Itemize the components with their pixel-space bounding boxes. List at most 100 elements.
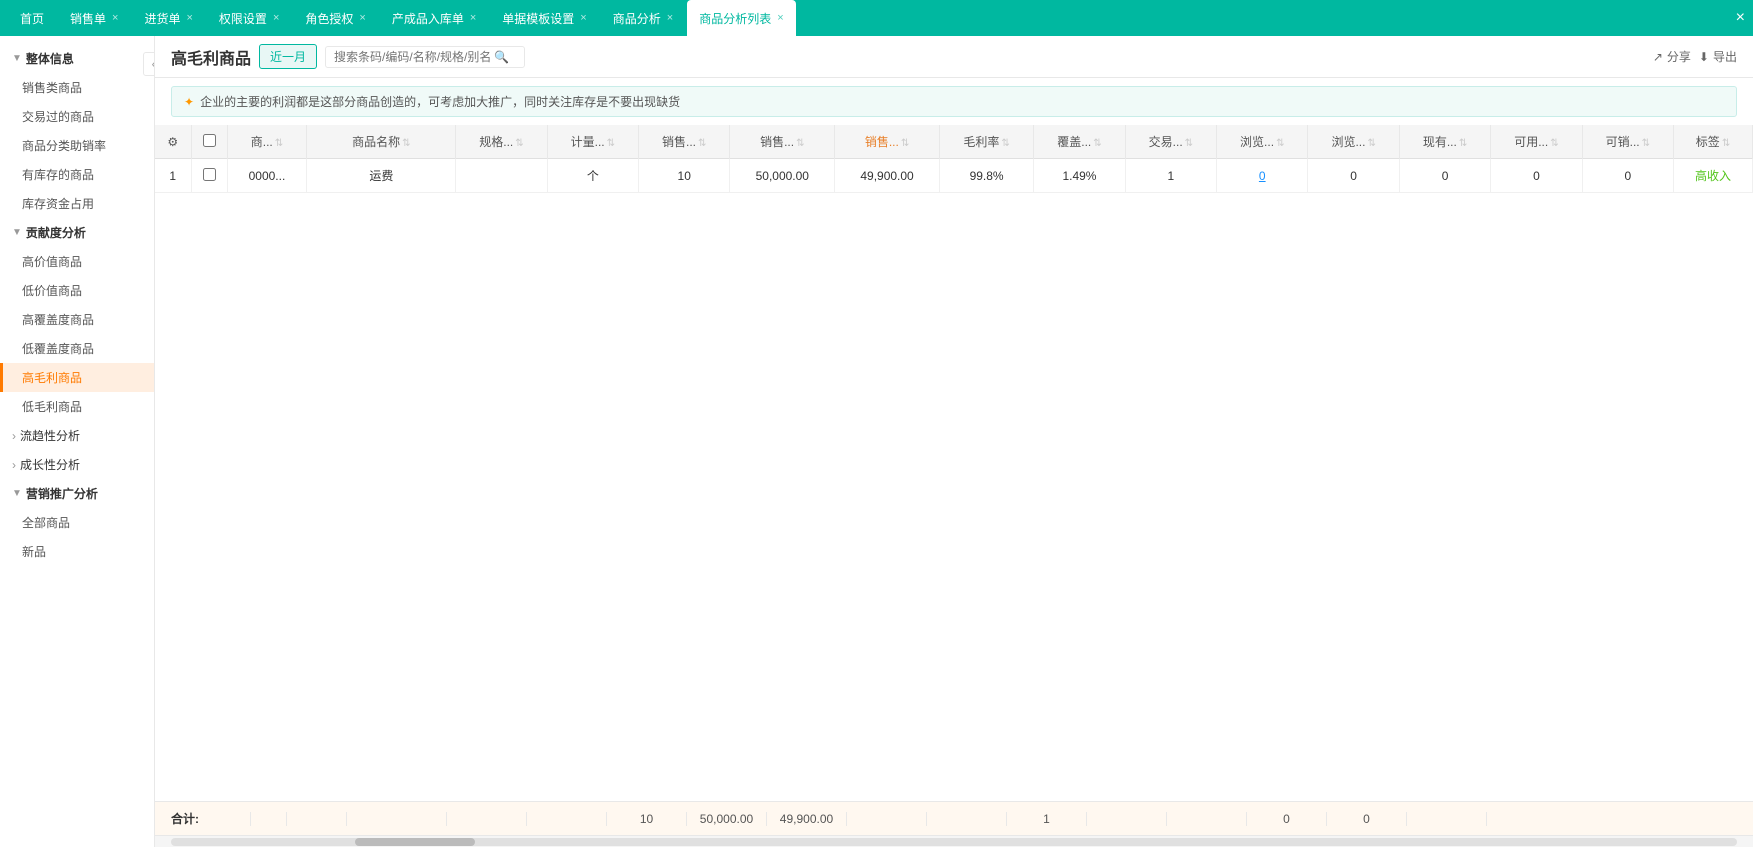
sidebar-item-new-products[interactable]: 新品 <box>0 537 154 566</box>
nav-template[interactable]: 单据模板设置 × <box>490 0 598 36</box>
table-footer: 合计: 10 50,000.00 49,900.00 1 0 0 <box>155 801 1753 835</box>
footer-sales-amt: 50,000.00 <box>687 812 767 826</box>
search-icon[interactable]: 🔍 <box>494 50 509 64</box>
arrow-trend: › <box>12 429 16 443</box>
footer-transactions: 1 <box>1007 812 1087 826</box>
sidebar-item-traded-products[interactable]: 交易过的商品 <box>0 102 154 131</box>
sidebar-item-all-products[interactable]: 全部商品 <box>0 508 154 537</box>
select-all-checkbox[interactable] <box>203 134 216 147</box>
close-template[interactable]: × <box>580 12 586 24</box>
row-sales-amt: 50,000.00 <box>730 159 835 193</box>
scrollbar-area <box>155 835 1753 847</box>
table-header-row: ⚙ 商...⇅ 商品名称⇅ 规格...⇅ 计量...⇅ 销售...⇅ 销售...… <box>155 125 1753 159</box>
sidebar-item-category-rate[interactable]: 商品分类助销率 <box>0 131 154 160</box>
close-product-analysis-list[interactable]: × <box>777 12 783 24</box>
nav-home[interactable]: 首页 <box>8 0 56 36</box>
col-checkbox[interactable] <box>191 125 227 159</box>
sidebar-item-stocked-products[interactable]: 有库存的商品 <box>0 160 154 189</box>
nav-sales-order[interactable]: 销售单 × <box>58 0 130 36</box>
nav-purchase-order[interactable]: 进货单 × <box>132 0 204 36</box>
data-table: ⚙ 商...⇅ 商品名称⇅ 规格...⇅ 计量...⇅ 销售...⇅ 销售...… <box>155 125 1753 193</box>
row-transactions: 1 <box>1125 159 1216 193</box>
info-banner: ✦ 企业的主要的利润都是这部分商品创造的，可考虑加大推广，同时关注库存是不要出现… <box>171 86 1737 117</box>
sidebar-group-overall[interactable]: ▼ 整体信息 <box>0 44 154 73</box>
arrow-overall: ▼ <box>12 53 22 64</box>
row-browse1[interactable]: 0 <box>1217 159 1308 193</box>
sidebar-item-stock-capital[interactable]: 库存资金占用 <box>0 189 154 218</box>
window-close-btn[interactable]: × <box>1736 9 1745 27</box>
export-btn[interactable]: ⬇ 导出 <box>1699 48 1737 65</box>
sidebar-item-high-value[interactable]: 高价值商品 <box>0 247 154 276</box>
footer-cell-unit <box>527 812 607 826</box>
sidebar-item-high-margin[interactable]: 高毛利商品 <box>0 363 154 392</box>
col-sales-qty[interactable]: 销售...⇅ <box>639 125 730 159</box>
col-spec[interactable]: 规格...⇅ <box>456 125 547 159</box>
row-coverage: 1.49% <box>1034 159 1125 193</box>
col-sales-amt[interactable]: 销售...⇅ <box>730 125 835 159</box>
nav-role[interactable]: 角色授权 × <box>293 0 377 36</box>
sidebar-item-low-coverage[interactable]: 低覆盖度商品 <box>0 334 154 363</box>
col-transactions[interactable]: 交易...⇅ <box>1125 125 1216 159</box>
footer-gross-rate <box>847 812 927 826</box>
row-spec <box>456 159 547 193</box>
footer-sales-amt2: 49,900.00 <box>767 812 847 826</box>
footer-cell-empty1 <box>215 812 251 826</box>
close-role[interactable]: × <box>359 12 365 24</box>
close-sales-order[interactable]: × <box>112 12 118 24</box>
sidebar-group-marketing[interactable]: ▼ 营销推广分析 <box>0 479 154 508</box>
search-box: 🔍 <box>325 46 525 68</box>
sidebar-group-contribution[interactable]: ▼ 贡献度分析 <box>0 218 154 247</box>
close-purchase-order[interactable]: × <box>186 12 192 24</box>
col-tag[interactable]: 标签⇅ <box>1674 125 1753 159</box>
sidebar-item-low-value[interactable]: 低价值商品 <box>0 276 154 305</box>
main-layout: « ▼ 整体信息 销售类商品 交易过的商品 商品分类助销率 有库存的商品 库存资… <box>0 36 1753 847</box>
footer-cells: 10 50,000.00 49,900.00 1 0 0 <box>215 812 1737 826</box>
sidebar-group-trend[interactable]: › 流趋性分析 <box>0 421 154 450</box>
sidebar-item-high-coverage[interactable]: 高覆盖度商品 <box>0 305 154 334</box>
scrollbar-thumb[interactable] <box>355 838 475 846</box>
sidebar-collapse-btn[interactable]: « <box>143 52 155 76</box>
nav-product-analysis[interactable]: 商品分析 × <box>601 0 685 36</box>
row-select-checkbox[interactable] <box>203 168 216 181</box>
col-sales-amt2[interactable]: 销售...⇅ <box>835 125 940 159</box>
row-gross-rate: 99.8% <box>939 159 1033 193</box>
filter-btn-recent-month[interactable]: 近一月 <box>259 44 317 69</box>
row-checkbox[interactable] <box>191 159 227 193</box>
scrollbar-track <box>171 838 1737 846</box>
nav-permission[interactable]: 权限设置 × <box>207 0 291 36</box>
close-product-inbound[interactable]: × <box>470 12 476 24</box>
share-btn[interactable]: ↗ 分享 <box>1653 48 1691 65</box>
row-index: 1 <box>155 159 191 193</box>
col-settings[interactable]: ⚙ <box>155 125 191 159</box>
info-icon: ✦ <box>184 95 194 109</box>
table-wrapper: ⚙ 商...⇅ 商品名称⇅ 规格...⇅ 计量...⇅ 销售...⇅ 销售...… <box>155 125 1753 801</box>
col-unit[interactable]: 计量...⇅ <box>547 125 638 159</box>
footer-available: 0 <box>1327 812 1407 826</box>
close-product-analysis[interactable]: × <box>667 12 673 24</box>
arrow-marketing: ▼ <box>12 488 22 499</box>
footer-browse2 <box>1167 812 1247 826</box>
sidebar-item-sales-products[interactable]: 销售类商品 <box>0 73 154 102</box>
col-sellable[interactable]: 可销...⇅ <box>1582 125 1673 159</box>
nav-product-analysis-list[interactable]: 商品分析列表 × <box>687 0 795 36</box>
row-sellable: 0 <box>1582 159 1673 193</box>
sidebar-item-low-margin[interactable]: 低毛利商品 <box>0 392 154 421</box>
search-input[interactable] <box>334 50 494 64</box>
col-browse1[interactable]: 浏览...⇅ <box>1217 125 1308 159</box>
arrow-contribution: ▼ <box>12 227 22 238</box>
col-name[interactable]: 商品名称⇅ <box>307 125 456 159</box>
col-available[interactable]: 可用...⇅ <box>1491 125 1582 159</box>
footer-cell-empty2 <box>251 812 287 826</box>
row-sales-qty: 10 <box>639 159 730 193</box>
footer-sellable <box>1407 812 1487 826</box>
page-title: 高毛利商品 <box>171 45 251 69</box>
top-nav: 首页 销售单 × 进货单 × 权限设置 × 角色授权 × 产成品入库单 × 单据… <box>0 0 1753 36</box>
close-permission[interactable]: × <box>273 12 279 24</box>
col-gross-rate[interactable]: 毛利率⇅ <box>939 125 1033 159</box>
nav-product-inbound[interactable]: 产成品入库单 × <box>380 0 488 36</box>
col-code[interactable]: 商...⇅ <box>227 125 307 159</box>
col-coverage[interactable]: 覆盖...⇅ <box>1034 125 1125 159</box>
sidebar-group-growth[interactable]: › 成长性分析 <box>0 450 154 479</box>
col-stock[interactable]: 现有...⇅ <box>1399 125 1490 159</box>
col-browse2[interactable]: 浏览...⇅ <box>1308 125 1399 159</box>
